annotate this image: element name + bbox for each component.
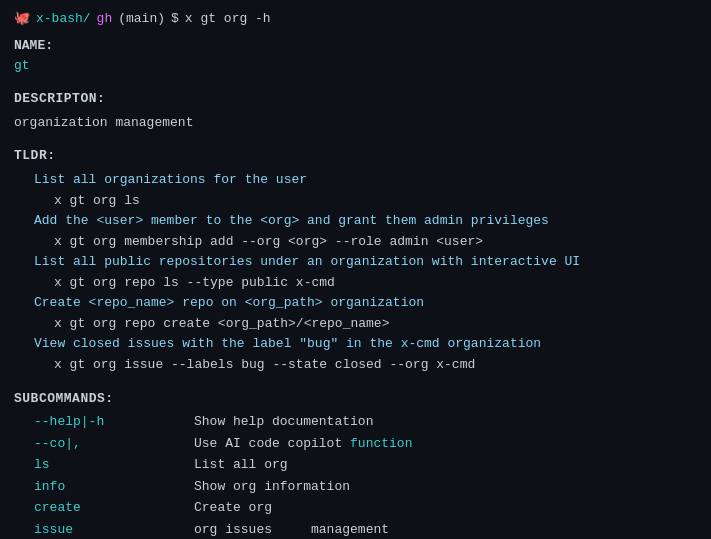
tldr-item-4: View closed issues with the label "bug" …: [14, 334, 697, 375]
terminal: 🐙 x-bash/gh (main) $ x gt org -h NAME: g…: [14, 10, 697, 539]
subcommand-info: info Show org information: [34, 477, 697, 497]
prompt-line: 🐙 x-bash/gh (main) $ x gt org -h: [14, 10, 697, 26]
shell-name: x-bash/: [36, 11, 91, 26]
description-section-label: DESCRIPTON:: [14, 89, 697, 109]
command-text: x gt org -h: [185, 11, 271, 26]
name-value: gt: [14, 56, 697, 76]
tldr-item-1: Add the <user> member to the <org> and g…: [14, 211, 697, 252]
terminal-icon: 🐙: [14, 10, 30, 26]
subcommands-section-label: SUBCOMMANDS:: [14, 389, 697, 409]
name-section-label: NAME:: [14, 36, 697, 56]
subcommand-help: --help|-h Show help documentation: [34, 412, 697, 432]
prompt-symbol: $: [171, 11, 179, 26]
subcommands-list: --help|-h Show help documentation --co|,…: [14, 412, 697, 539]
tldr-item-0: List all organizations for the user x gt…: [14, 170, 697, 211]
branch-name: gh: [97, 11, 113, 26]
subcommand-ls: ls List all org: [34, 455, 697, 475]
tldr-section-label: TLDR:: [14, 146, 697, 166]
tldr-item-3: Create <repo_name> repo on <org_path> or…: [14, 293, 697, 334]
subcommand-issue: issue org issues management: [34, 520, 697, 540]
subcommand-create: create Create org: [34, 498, 697, 518]
subcommand-co: --co|, Use AI code copilot function: [34, 434, 697, 454]
main-label: (main): [118, 11, 165, 26]
tldr-item-2: List all public repositories under an or…: [14, 252, 697, 293]
description-value: organization management: [14, 113, 697, 133]
